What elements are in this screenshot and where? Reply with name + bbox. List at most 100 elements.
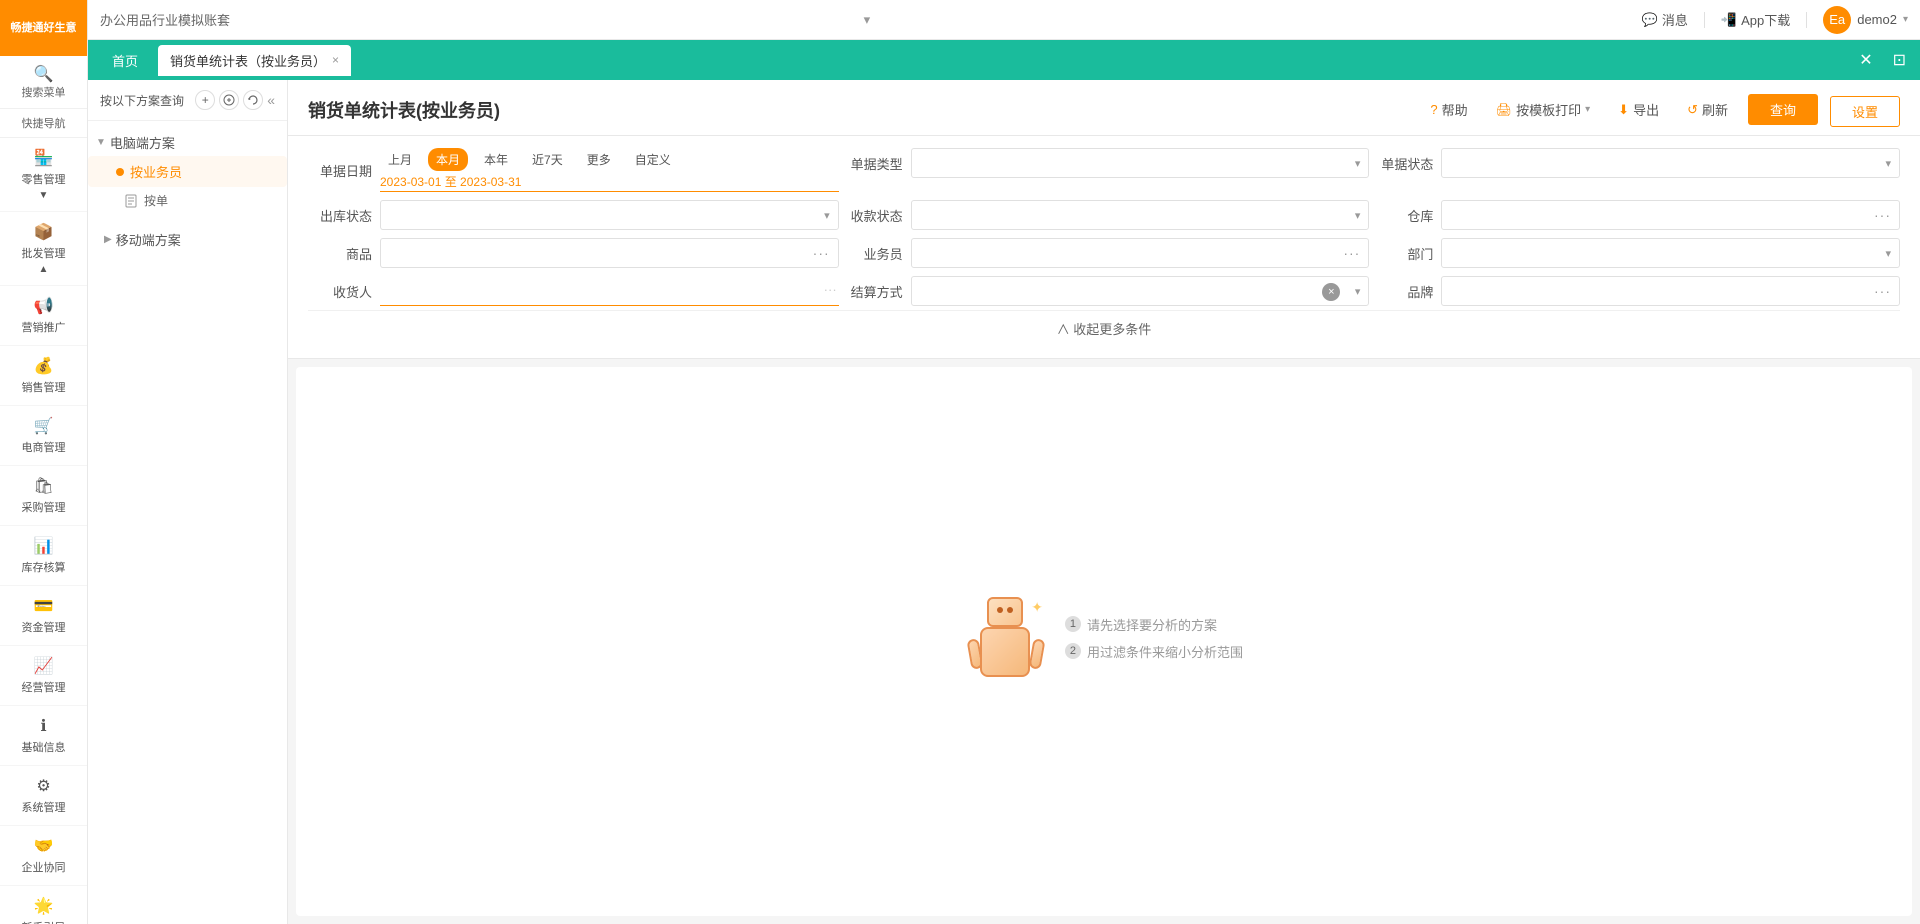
sidebar-item-basic[interactable]: ℹ 基础信息	[0, 706, 87, 766]
date-tab-custom[interactable]: 自定义	[627, 148, 679, 171]
settle-method-select[interactable]: × ▾	[911, 276, 1370, 306]
sidebar-item-marketing[interactable]: 📢 营销推广	[0, 286, 87, 346]
app-logo[interactable]: 畅捷通好生意	[0, 0, 88, 56]
chevron-down-icon2: ▾	[1885, 157, 1891, 170]
doc-status-select[interactable]: ▾	[1441, 148, 1900, 178]
chevron-down-icon: ▾	[1355, 157, 1361, 170]
left-panel-header: 按以下方案查询 + «	[88, 80, 287, 121]
doc-type-select[interactable]: ▾	[911, 148, 1370, 178]
expand-icon-mobile: ▶	[104, 234, 112, 245]
sidebar-item-retail[interactable]: 🏪 零售管理 ▼	[0, 138, 87, 212]
chevron-down-icon6: ▾	[1355, 285, 1361, 298]
receiver-label: 收货人	[308, 282, 380, 301]
purchase-icon: 🛍	[33, 476, 53, 496]
collapse-panel-btn[interactable]: «	[267, 92, 275, 108]
sidebar-item-search[interactable]: 🔍 按以下方案查询 搜索菜单	[0, 56, 87, 109]
date-tab-more[interactable]: 更多	[579, 148, 619, 171]
help-btn[interactable]: ? 帮助	[1422, 96, 1475, 123]
scheme-group-desktop[interactable]: ▼ 电脑端方案	[88, 129, 287, 156]
wholesale-icon: 📦	[34, 222, 54, 242]
sidebar-item-purchase[interactable]: 🛍 采购管理	[0, 466, 87, 526]
doc-icon	[124, 194, 138, 208]
date-tab-this-year[interactable]: 本年	[476, 148, 516, 171]
scheme-group-mobile[interactable]: ▶ 移动端方案	[96, 226, 279, 253]
tab-bar: 首页 销货单统计表（按业务员） × ✕ ⊡	[88, 40, 1920, 80]
robot-left-eye	[997, 607, 1003, 613]
sidebar: 畅捷通好生意 🔍 按以下方案查询 搜索菜单 快捷导航 🏪 零售管理 ▼ 📦 批发…	[0, 0, 88, 924]
sidebar-item-quicknav[interactable]: 快捷导航	[0, 109, 87, 138]
retail-icon: 🏪	[34, 148, 54, 168]
brand-select[interactable]: ···	[1441, 276, 1900, 306]
print-icon: 🖨	[1496, 102, 1513, 118]
left-panel: 按以下方案查询 + « ▼ 电脑端方案	[88, 80, 288, 924]
sidebar-item-finance[interactable]: 💳 资金管理	[0, 586, 87, 646]
page-header: 销货单统计表(按业务员) ? 帮助 🖨 按模板打印 ▾ ⬇ 导出	[288, 80, 1920, 136]
sidebar-item-enterprise[interactable]: 🤝 企业协同	[0, 826, 87, 886]
finance-icon: 💳	[34, 596, 54, 616]
empty-state: ✦ 1 请先选择要分析的方案 2 用过滤条件来缩小分析范围	[965, 597, 1243, 687]
template-print-btn[interactable]: 🖨 按模板打印 ▾	[1488, 96, 1599, 123]
query-button[interactable]: 查询	[1748, 94, 1818, 125]
receipt-status-select[interactable]: ▾	[911, 200, 1370, 230]
close-window-btn[interactable]: ✕	[1853, 48, 1878, 72]
operations-icon: 📈	[34, 656, 54, 676]
date-range[interactable]: 2023-03-01 至 2023-03-31	[380, 173, 839, 192]
sidebar-item-newbie[interactable]: 🌟 新手引导	[0, 886, 87, 924]
salesperson-select[interactable]: ···	[911, 238, 1370, 268]
top-header: 办公用品行业模拟账套 ▾ 💬 消息 📲 App下载 Ea demo2 ▾	[88, 0, 1920, 40]
breadcrumb: 办公用品行业模拟账套	[100, 10, 856, 29]
chevron-down-icon: ▾	[1903, 14, 1908, 25]
warehouse-select[interactable]: ···	[1441, 200, 1900, 230]
date-tab-7days[interactable]: 近7天	[524, 148, 571, 171]
export-btn[interactable]: ⬇ 导出	[1610, 96, 1667, 123]
mobile-section: ▶ 移动端方案	[88, 222, 287, 257]
message-btn[interactable]: 💬 消息	[1642, 10, 1688, 29]
expand-icon: ▼	[96, 137, 106, 148]
edit-scheme-btn[interactable]	[219, 90, 239, 110]
salesperson-label: 业务员	[839, 244, 911, 263]
enterprise-icon: 🤝	[34, 836, 54, 856]
print-dropdown-icon[interactable]: ▾	[1585, 104, 1590, 115]
sidebar-item-system[interactable]: ⚙ 系统管理	[0, 766, 87, 826]
add-scheme-btn[interactable]: +	[195, 90, 215, 110]
date-tab-this-month[interactable]: 本月	[428, 148, 468, 171]
refresh-btn[interactable]: ↺ 刷新	[1679, 96, 1736, 123]
chevron-down-icon5: ▾	[1885, 247, 1891, 260]
tab-close-btn[interactable]: ×	[332, 54, 339, 66]
receiver-input[interactable]	[380, 276, 839, 306]
collapse-more-btn[interactable]: ∧ 收起更多条件	[308, 310, 1900, 346]
refresh-icon: ↺	[1687, 102, 1698, 118]
dept-select[interactable]: ▾	[1441, 238, 1900, 268]
date-tab-last-month[interactable]: 上月	[380, 148, 420, 171]
divider	[1704, 12, 1705, 28]
scheme-sub-doc[interactable]: 按单	[88, 187, 287, 214]
dots-icon: ···	[1874, 207, 1891, 223]
system-icon: ⚙	[36, 776, 50, 796]
app-download-btn[interactable]: 📲 App下载	[1721, 10, 1790, 29]
sidebar-item-ecom[interactable]: 🛒 电商管理	[0, 406, 87, 466]
warehouse-label: 仓库	[1369, 206, 1441, 225]
user-btn[interactable]: Ea demo2 ▾	[1823, 6, 1908, 34]
dots-icon5: ···	[1874, 283, 1891, 299]
maximize-btn[interactable]: ⊡	[1887, 48, 1912, 72]
doc-type-label: 单据类型	[839, 154, 911, 173]
rotate-scheme-btn[interactable]	[243, 90, 263, 110]
settle-clear-btn[interactable]: ×	[1322, 283, 1340, 301]
sidebar-item-sales[interactable]: 💰 销售管理	[0, 346, 87, 406]
inventory-icon: 📊	[34, 536, 54, 556]
robot-right-arm	[1028, 638, 1045, 670]
scheme-item-salesperson[interactable]: 按业务员	[88, 156, 287, 187]
out-status-select[interactable]: ▾	[380, 200, 839, 230]
sidebar-item-wholesale[interactable]: 📦 批发管理 ▲	[0, 212, 87, 286]
left-panel-title: 按以下方案查询	[100, 92, 184, 109]
tab-home[interactable]: 首页	[96, 45, 154, 76]
settings-button[interactable]: 设置	[1830, 96, 1900, 127]
active-dot	[116, 168, 124, 176]
sidebar-item-operations[interactable]: 📈 经营管理	[0, 646, 87, 706]
goods-select[interactable]: ···	[380, 238, 839, 268]
sidebar-item-inventory[interactable]: 📊 库存核算	[0, 526, 87, 586]
tab-active[interactable]: 销货单统计表（按业务员） ×	[158, 45, 351, 76]
empty-illustration: ✦	[965, 597, 1045, 687]
dropdown-icon[interactable]: ▾	[864, 12, 871, 28]
dots-icon2: ···	[813, 245, 830, 261]
